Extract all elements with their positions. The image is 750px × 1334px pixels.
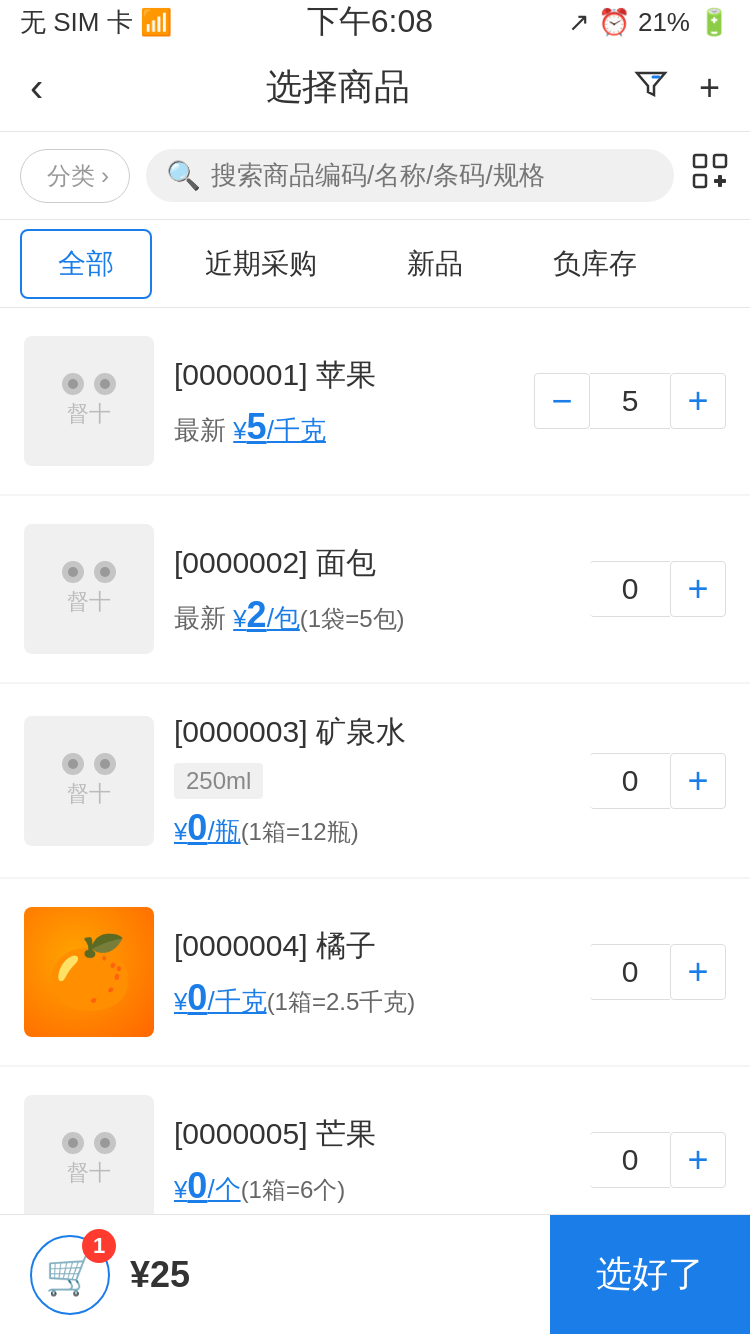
bottom-bar: 🛒 1 ¥25 选好了 xyxy=(0,1214,750,1334)
svg-rect-1 xyxy=(694,155,706,167)
scan-icon[interactable] xyxy=(690,151,730,200)
status-right: ↗ ⏰ 21% 🔋 xyxy=(568,7,730,38)
qty-control-1: + xyxy=(590,561,726,617)
back-button[interactable]: ‹ xyxy=(30,65,43,110)
product-price-4: ¥0/个(1箱=6个) xyxy=(174,1165,570,1207)
product-info-1: [0000002] 面包 最新 ¥2/包(1袋=5包) xyxy=(174,543,570,636)
product-list: 督十 [0000001] 苹果 最新 ¥5/千克 − + 督十 xyxy=(0,308,750,1334)
alarm-icon: ⏰ xyxy=(598,7,630,38)
qty-control-2: + xyxy=(590,753,726,809)
product-image-0: 督十 xyxy=(24,336,154,466)
product-name-2: [0000003] 矿泉水 xyxy=(174,712,570,753)
cart-total: ¥25 xyxy=(130,1254,190,1296)
qty-input-3[interactable] xyxy=(590,944,670,1000)
tab-recent[interactable]: 近期采购 xyxy=(168,230,354,298)
product-name-3: [0000004] 橘子 xyxy=(174,926,570,967)
category-button[interactable]: 分类 › xyxy=(20,149,130,203)
cart-badge: 1 xyxy=(82,1229,116,1263)
product-info-0: [0000001] 苹果 最新 ¥5/千克 xyxy=(174,355,514,448)
qty-control-3: + xyxy=(590,944,726,1000)
nav-actions: + xyxy=(633,65,720,110)
qty-increase-0[interactable]: + xyxy=(670,373,726,429)
product-price-2: ¥0/瓶(1箱=12瓶) xyxy=(174,807,570,849)
product-info-3: [0000004] 橘子 ¥0/千克(1箱=2.5千克) xyxy=(174,926,570,1019)
tab-all[interactable]: 全部 xyxy=(20,229,152,299)
product-price-1: 最新 ¥2/包(1袋=5包) xyxy=(174,594,570,636)
table-row: 督十 [0000002] 面包 最新 ¥2/包(1袋=5包) + xyxy=(0,496,750,682)
qty-increase-1[interactable]: + xyxy=(670,561,726,617)
svg-rect-3 xyxy=(694,175,706,187)
filter-icon[interactable] xyxy=(633,65,669,110)
product-image-2: 督十 xyxy=(24,716,154,846)
search-input[interactable] xyxy=(211,160,654,191)
product-image-1: 督十 xyxy=(24,524,154,654)
product-price-3: ¥0/千克(1箱=2.5千克) xyxy=(174,977,570,1019)
product-info-2: [0000003] 矿泉水 250ml ¥0/瓶(1箱=12瓶) xyxy=(174,712,570,849)
svg-rect-2 xyxy=(714,155,726,167)
product-info-4: [0000005] 芒果 ¥0/个(1箱=6个) xyxy=(174,1114,570,1207)
search-icon: 🔍 xyxy=(166,159,201,192)
product-image-3: 🍊 xyxy=(24,907,154,1037)
nav-bar: ‹ 选择商品 + xyxy=(0,44,750,132)
qty-control-4: + xyxy=(590,1132,726,1188)
location-icon: ↗ xyxy=(568,7,590,38)
filter-bar: 分类 › 🔍 xyxy=(0,132,750,220)
product-image-4: 督十 xyxy=(24,1095,154,1225)
qty-increase-4[interactable]: + xyxy=(670,1132,726,1188)
tab-new[interactable]: 新品 xyxy=(370,230,500,298)
cart-section: 🛒 1 ¥25 xyxy=(0,1235,550,1315)
category-label: 分类 xyxy=(47,160,95,192)
table-row: 督十 [0000001] 苹果 最新 ¥5/千克 − + xyxy=(0,308,750,494)
qty-input-0[interactable] xyxy=(590,373,670,429)
product-name-4: [0000005] 芒果 xyxy=(174,1114,570,1155)
svg-rect-5 xyxy=(718,175,722,187)
category-arrow: › xyxy=(101,162,109,190)
cart-button[interactable]: 🛒 1 xyxy=(30,1235,110,1315)
qty-input-1[interactable] xyxy=(590,561,670,617)
qty-decrease-0[interactable]: − xyxy=(534,373,590,429)
product-name-1: [0000002] 面包 xyxy=(174,543,570,584)
qty-increase-3[interactable]: + xyxy=(670,944,726,1000)
table-row: 🍊 [0000004] 橘子 ¥0/千克(1箱=2.5千克) + xyxy=(0,879,750,1065)
product-spec-2: 250ml xyxy=(174,763,263,799)
qty-input-4[interactable] xyxy=(590,1132,670,1188)
battery-icon: 🔋 xyxy=(698,7,730,38)
tab-bar: 全部 近期采购 新品 负库存 xyxy=(0,220,750,308)
add-icon[interactable]: + xyxy=(699,67,720,109)
search-box: 🔍 xyxy=(146,149,674,202)
tab-negative[interactable]: 负库存 xyxy=(516,230,674,298)
qty-increase-2[interactable]: + xyxy=(670,753,726,809)
status-bar: 无 SIM 卡 📶 下午6:08 ↗ ⏰ 21% 🔋 xyxy=(0,0,750,44)
status-time: 下午6:08 xyxy=(307,0,433,44)
product-price-0: 最新 ¥5/千克 xyxy=(174,406,514,448)
product-name-0: [0000001] 苹果 xyxy=(174,355,514,396)
table-row: 督十 [0000003] 矿泉水 250ml ¥0/瓶(1箱=12瓶) + xyxy=(0,684,750,877)
qty-input-2[interactable] xyxy=(590,753,670,809)
status-left: 无 SIM 卡 📶 xyxy=(20,5,172,40)
confirm-button[interactable]: 选好了 xyxy=(550,1215,750,1335)
battery-level: 21% xyxy=(638,7,690,38)
page-title: 选择商品 xyxy=(266,63,410,112)
qty-control-0: − + xyxy=(534,373,726,429)
